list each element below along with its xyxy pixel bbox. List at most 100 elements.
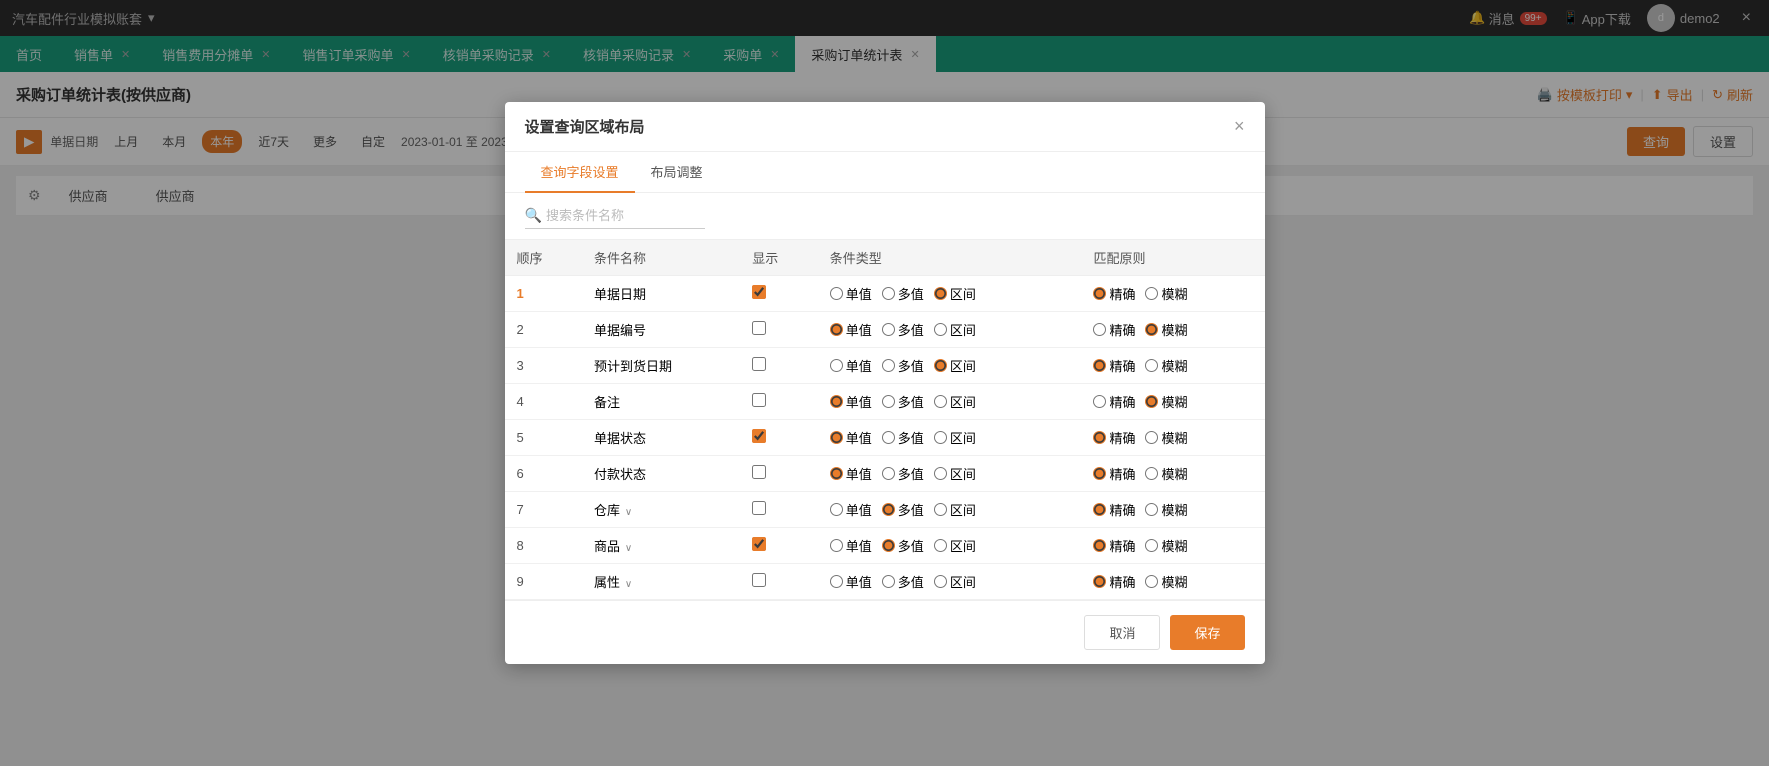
fuzzy-radio-label[interactable]: 模糊 — [1145, 428, 1187, 447]
multi-radio-label[interactable]: 多值 — [882, 392, 924, 411]
range-radio-label[interactable]: 区间 — [934, 500, 976, 519]
row-show[interactable] — [740, 348, 818, 384]
single-radio-label[interactable]: 单值 — [830, 464, 872, 483]
show-checkbox[interactable] — [752, 357, 766, 371]
fuzzy-radio-label[interactable]: 模糊 — [1145, 536, 1187, 555]
row-show[interactable] — [740, 276, 818, 312]
single-radio[interactable] — [830, 323, 843, 336]
multi-radio-label[interactable]: 多值 — [882, 464, 924, 483]
fuzzy-radio-label[interactable]: 模糊 — [1145, 572, 1187, 591]
multi-radio-label[interactable]: 多值 — [882, 284, 924, 303]
multi-radio[interactable] — [882, 503, 895, 516]
exact-radio-label[interactable]: 精确 — [1093, 500, 1135, 519]
single-radio[interactable] — [830, 431, 843, 444]
fuzzy-radio[interactable] — [1145, 575, 1158, 588]
single-radio-label[interactable]: 单值 — [830, 500, 872, 519]
multi-radio[interactable] — [882, 431, 895, 444]
range-radio[interactable] — [934, 431, 947, 444]
row-show[interactable] — [740, 312, 818, 348]
range-radio-label[interactable]: 区间 — [934, 536, 976, 555]
fuzzy-radio-label[interactable]: 模糊 — [1145, 392, 1187, 411]
fuzzy-radio-label[interactable]: 模糊 — [1145, 284, 1187, 303]
multi-radio-label[interactable]: 多值 — [882, 356, 924, 375]
fuzzy-radio[interactable] — [1145, 539, 1158, 552]
single-radio-label[interactable]: 单值 — [830, 284, 872, 303]
single-radio[interactable] — [830, 287, 843, 300]
show-checkbox[interactable] — [752, 429, 766, 443]
single-radio[interactable] — [830, 575, 843, 588]
range-radio[interactable] — [934, 539, 947, 552]
row-show[interactable] — [740, 456, 818, 492]
exact-radio-label[interactable]: 精确 — [1093, 392, 1135, 411]
multi-radio-label[interactable]: 多值 — [882, 572, 924, 591]
fuzzy-radio-label[interactable]: 模糊 — [1145, 320, 1187, 339]
single-radio-label[interactable]: 单值 — [830, 320, 872, 339]
multi-radio-label[interactable]: 多值 — [882, 536, 924, 555]
show-checkbox[interactable] — [752, 537, 766, 551]
fuzzy-radio[interactable] — [1145, 431, 1158, 444]
single-radio[interactable] — [830, 395, 843, 408]
single-radio[interactable] — [830, 359, 843, 372]
multi-radio[interactable] — [882, 575, 895, 588]
multi-radio-label[interactable]: 多值 — [882, 320, 924, 339]
range-radio[interactable] — [934, 503, 947, 516]
multi-radio[interactable] — [882, 539, 895, 552]
range-radio[interactable] — [934, 575, 947, 588]
exact-radio-label[interactable]: 精确 — [1093, 320, 1135, 339]
show-checkbox[interactable] — [752, 285, 766, 299]
range-radio[interactable] — [934, 359, 947, 372]
exact-radio[interactable] — [1093, 323, 1106, 336]
exact-radio-label[interactable]: 精确 — [1093, 284, 1135, 303]
exact-radio[interactable] — [1093, 287, 1106, 300]
fuzzy-radio[interactable] — [1145, 359, 1158, 372]
show-checkbox[interactable] — [752, 321, 766, 335]
modal-close-btn[interactable]: × — [1234, 116, 1245, 137]
range-radio-label[interactable]: 区间 — [934, 392, 976, 411]
fuzzy-radio-label[interactable]: 模糊 — [1145, 464, 1187, 483]
single-radio-label[interactable]: 单值 — [830, 428, 872, 447]
single-radio[interactable] — [830, 539, 843, 552]
range-radio[interactable] — [934, 395, 947, 408]
single-radio-label[interactable]: 单值 — [830, 392, 872, 411]
row-show[interactable] — [740, 564, 818, 600]
single-radio-label[interactable]: 单值 — [830, 536, 872, 555]
exact-radio-label[interactable]: 精确 — [1093, 572, 1135, 591]
fuzzy-radio[interactable] — [1145, 467, 1158, 480]
fuzzy-radio[interactable] — [1145, 287, 1158, 300]
multi-radio[interactable] — [882, 323, 895, 336]
range-radio-label[interactable]: 区间 — [934, 464, 976, 483]
single-radio[interactable] — [830, 467, 843, 480]
show-checkbox[interactable] — [752, 465, 766, 479]
row-show[interactable] — [740, 420, 818, 456]
fuzzy-radio[interactable] — [1145, 503, 1158, 516]
cancel-btn[interactable]: 取消 — [1084, 615, 1160, 650]
exact-radio-label[interactable]: 精确 — [1093, 356, 1135, 375]
fuzzy-radio[interactable] — [1145, 323, 1158, 336]
fuzzy-radio-label[interactable]: 模糊 — [1145, 500, 1187, 519]
single-radio-label[interactable]: 单值 — [830, 572, 872, 591]
range-radio-label[interactable]: 区间 — [934, 284, 976, 303]
exact-radio-label[interactable]: 精确 — [1093, 536, 1135, 555]
multi-radio-label[interactable]: 多值 — [882, 500, 924, 519]
fuzzy-radio[interactable] — [1145, 395, 1158, 408]
range-radio-label[interactable]: 区间 — [934, 572, 976, 591]
multi-radio-label[interactable]: 多值 — [882, 428, 924, 447]
row-show[interactable] — [740, 528, 818, 564]
exact-radio[interactable] — [1093, 503, 1106, 516]
row-show[interactable] — [740, 384, 818, 420]
exact-radio-label[interactable]: 精确 — [1093, 428, 1135, 447]
range-radio-label[interactable]: 区间 — [934, 428, 976, 447]
range-radio-label[interactable]: 区间 — [934, 320, 976, 339]
range-radio-label[interactable]: 区间 — [934, 356, 976, 375]
show-checkbox[interactable] — [752, 501, 766, 515]
multi-radio[interactable] — [882, 467, 895, 480]
single-radio-label[interactable]: 单值 — [830, 356, 872, 375]
fuzzy-radio-label[interactable]: 模糊 — [1145, 356, 1187, 375]
exact-radio[interactable] — [1093, 467, 1106, 480]
exact-radio[interactable] — [1093, 539, 1106, 552]
tab-query-fields[interactable]: 查询字段设置 — [525, 152, 635, 193]
save-btn[interactable]: 保存 — [1170, 615, 1244, 650]
exact-radio[interactable] — [1093, 359, 1106, 372]
row-show[interactable] — [740, 492, 818, 528]
range-radio[interactable] — [934, 467, 947, 480]
